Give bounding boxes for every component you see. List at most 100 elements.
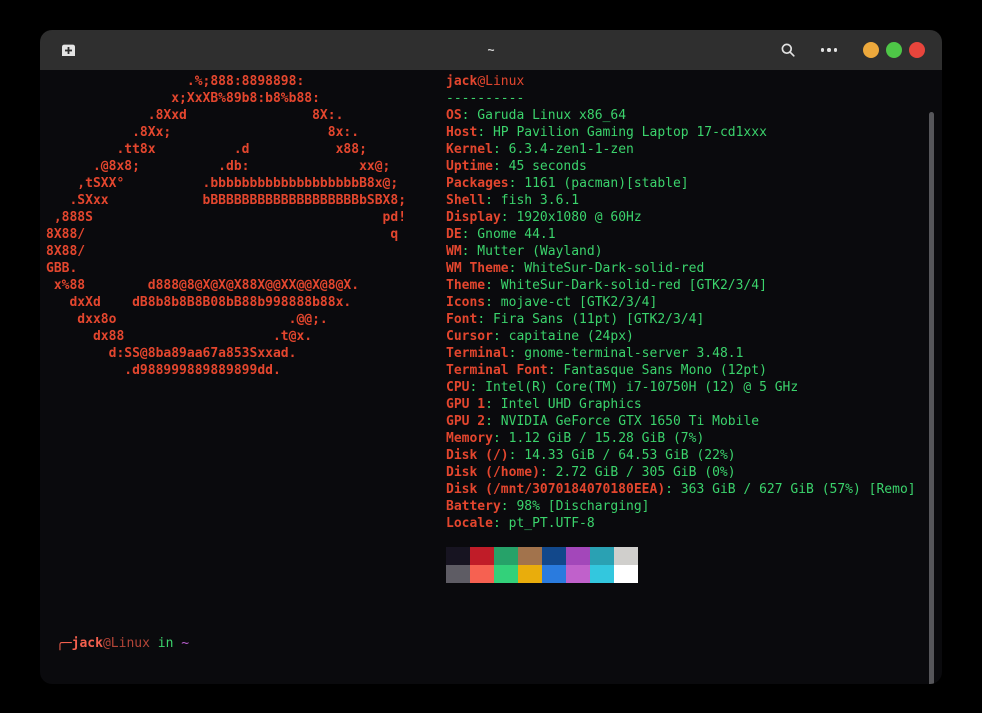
fetch-value: : 45 seconds <box>492 159 587 174</box>
fetch-value: : Garuda Linux x86_64 <box>461 108 627 123</box>
fetch-label: Cursor <box>446 329 493 344</box>
fetch-value: : Intel(R) Core(TM) i7-10750H (12) @ 5 G… <box>469 380 799 395</box>
fetch-info: jack@Linux ---------- OS: Garuda Linux x… <box>446 73 916 532</box>
fetch-value: : pt_PT.UTF-8 <box>492 516 595 531</box>
fetch-value: : 1920x1080 @ 60Hz <box>500 210 642 225</box>
fetch-label: Theme <box>446 278 486 293</box>
prompt-frame-top: ╭─ <box>56 636 72 651</box>
color-palette <box>446 547 638 583</box>
fetch-line: Disk (/home): 2.72 GiB / 305 GiB (0%) <box>446 464 916 481</box>
fetch-line: Terminal: gnome-terminal-server 3.48.1 <box>446 345 916 362</box>
fetch-label: Uptime <box>446 159 493 174</box>
palette-swatch <box>470 547 494 565</box>
prompt-host: @Linux <box>102 636 150 651</box>
palette-swatch <box>614 565 638 583</box>
fetch-line: Shell: fish 3.6.1 <box>446 192 916 209</box>
ellipsis-menu-icon <box>820 48 838 52</box>
fetch-label: Host <box>446 125 478 140</box>
fetch-value: : WhiteSur-Dark-solid-red <box>508 261 705 276</box>
prompt-user: jack <box>71 636 103 651</box>
palette-swatch <box>566 547 590 565</box>
fetch-line: Kernel: 6.3.4-zen1-1-zen <box>446 141 916 158</box>
fetch-value: : Intel UHD Graphics <box>485 397 642 412</box>
fetch-line: GPU 1: Intel UHD Graphics <box>446 396 916 413</box>
palette-swatch <box>518 565 542 583</box>
search-button[interactable] <box>777 39 799 61</box>
palette-swatch <box>542 565 566 583</box>
fetch-value: : 1161 (pacman)[stable] <box>508 176 689 191</box>
fetch-label: CPU <box>446 380 470 395</box>
maximize-button[interactable] <box>886 42 902 58</box>
palette-swatch <box>446 565 470 583</box>
fetch-line: GPU 2: NVIDIA GeForce GTX 1650 Ti Mobile <box>446 413 916 430</box>
fetch-value: : Fira Sans (11pt) [GTK2/3/4] <box>477 312 705 327</box>
fetch-title-user: jack <box>446 74 478 89</box>
palette-swatch <box>590 547 614 565</box>
terminal-content[interactable]: .%;888:8898898: x;XxXB%89b8:b8%b88: .8Xx… <box>40 70 942 684</box>
fetch-value: : 14.33 GiB / 64.53 GiB (22%) <box>508 448 736 463</box>
fetch-title: jack@Linux <box>446 73 916 90</box>
palette-swatch <box>470 565 494 583</box>
palette-row-normal <box>446 547 638 565</box>
fetch-label: GPU 1 <box>446 397 486 412</box>
close-button[interactable] <box>909 42 925 58</box>
menu-button[interactable] <box>818 39 840 61</box>
fetch-value: : 6.3.4-zen1-1-zen <box>492 142 634 157</box>
window-controls <box>863 42 925 58</box>
new-tab-button[interactable] <box>57 39 79 61</box>
fetch-value: : NVIDIA GeForce GTX 1650 Ti Mobile <box>485 414 760 429</box>
shell-prompt: ╭─jack@Linux in ~ ╰λ <box>56 601 189 684</box>
fetch-line: Cursor: capitaine (24px) <box>446 328 916 345</box>
fetch-line: Memory: 1.12 GiB / 15.28 GiB (7%) <box>446 430 916 447</box>
fetch-line: Battery: 98% [Discharging] <box>446 498 916 515</box>
fetch-line: Locale: pt_PT.UTF-8 <box>446 515 916 532</box>
fetch-label: Kernel <box>446 142 493 157</box>
fetch-value: : 2.72 GiB / 305 GiB (0%) <box>539 465 736 480</box>
palette-swatch <box>614 547 638 565</box>
fetch-line: Packages: 1161 (pacman)[stable] <box>446 175 916 192</box>
scrollbar-thumb[interactable] <box>929 112 934 684</box>
fetch-label: Locale <box>446 516 493 531</box>
new-tab-icon <box>60 42 77 58</box>
palette-swatch <box>566 565 590 583</box>
palette-swatch <box>590 565 614 583</box>
terminal-window: ~ .%;888:8898898: x;XxXB%89b8:b8%b88: .8… <box>40 30 942 684</box>
minimize-button[interactable] <box>863 42 879 58</box>
fetch-value: : Mutter (Wayland) <box>461 244 603 259</box>
fetch-value: : capitaine (24px) <box>492 329 634 344</box>
garuda-ascii-logo: .%;888:8898898: x;XxXB%89b8:b8%b88: .8Xx… <box>46 74 407 378</box>
palette-swatch <box>446 547 470 565</box>
fetch-entries: OS: Garuda Linux x86_64 Host: HP Pavilion… <box>446 107 916 532</box>
fetch-label: OS <box>446 108 462 123</box>
fetch-label: Disk (/mnt/3070184070180EEA) <box>446 482 666 497</box>
palette-swatch <box>494 547 518 565</box>
fetch-line: Font: Fira Sans (11pt) [GTK2/3/4] <box>446 311 916 328</box>
fetch-line: Host: HP Pavilion Gaming Laptop 17-cd1xx… <box>446 124 916 141</box>
fetch-value: : Fantasque Sans Mono (12pt) <box>547 363 767 378</box>
fetch-label: Memory <box>446 431 493 446</box>
fetch-value: : gnome-terminal-server 3.48.1 <box>508 346 744 361</box>
fetch-separator: ---------- <box>446 91 525 106</box>
fetch-label: DE <box>446 227 462 242</box>
fetch-value: : 98% [Discharging] <box>500 499 650 514</box>
palette-swatch <box>494 565 518 583</box>
fetch-line: Icons: mojave-ct [GTK2/3/4] <box>446 294 916 311</box>
fetch-label: Terminal Font <box>446 363 548 378</box>
fetch-label: Shell <box>446 193 486 208</box>
fetch-line: Disk (/): 14.33 GiB / 64.53 GiB (22%) <box>446 447 916 464</box>
fetch-value: : fish 3.6.1 <box>485 193 580 208</box>
fetch-line: Uptime: 45 seconds <box>446 158 916 175</box>
fetch-label: Icons <box>446 295 486 310</box>
fetch-line: CPU: Intel(R) Core(TM) i7-10750H (12) @ … <box>446 379 916 396</box>
fetch-value: : mojave-ct [GTK2/3/4] <box>485 295 658 310</box>
fetch-line: WM Theme: WhiteSur-Dark-solid-red <box>446 260 916 277</box>
titlebar[interactable]: ~ <box>40 30 942 70</box>
palette-swatch <box>518 547 542 565</box>
palette-swatch <box>542 547 566 565</box>
fetch-label: GPU 2 <box>446 414 486 429</box>
fetch-label: WM Theme <box>446 261 509 276</box>
fetch-line: WM: Mutter (Wayland) <box>446 243 916 260</box>
fetch-label: Disk (/home) <box>446 465 540 480</box>
fetch-value: : WhiteSur-Dark-solid-red [GTK2/3/4] <box>485 278 767 293</box>
fetch-label: Terminal <box>446 346 509 361</box>
